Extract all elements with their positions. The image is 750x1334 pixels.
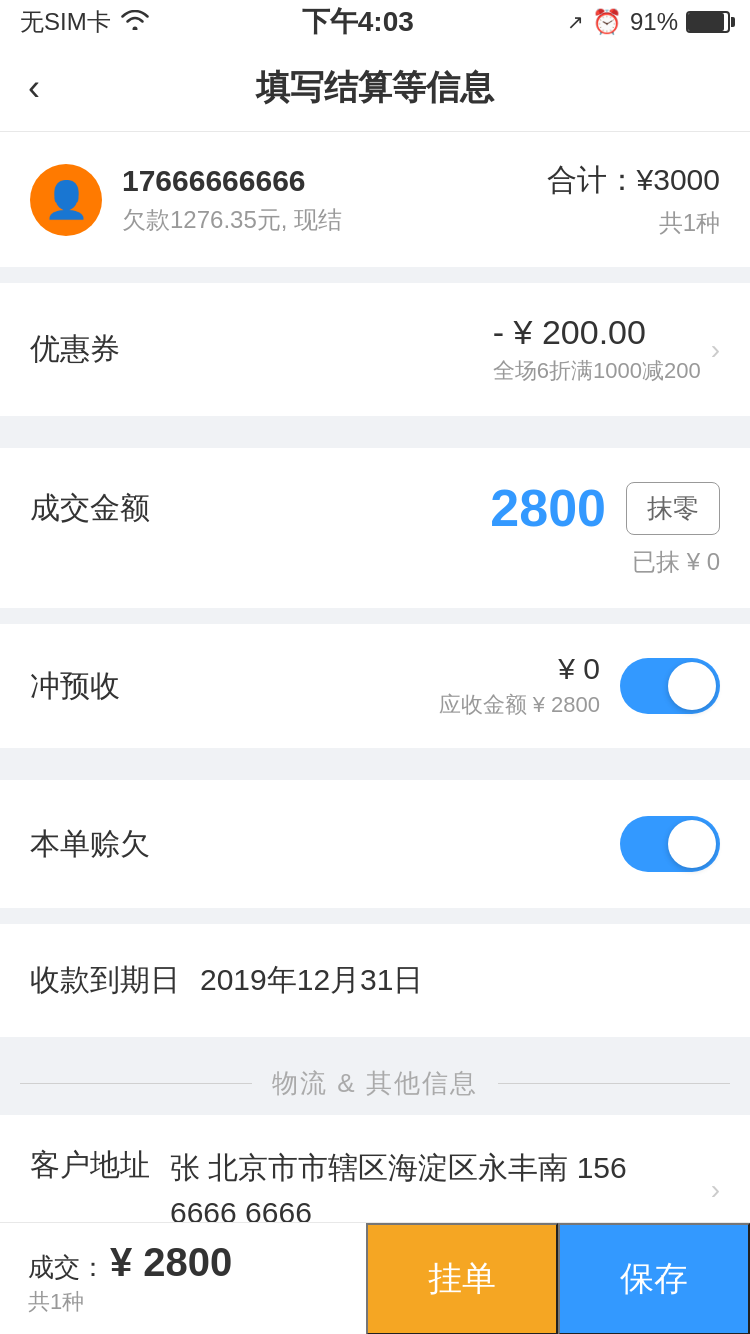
nav-bar: ‹ 填写结算等信息	[0, 44, 750, 132]
bottom-count: 共1种	[28, 1287, 338, 1317]
due-date-value: 2019年12月31日	[200, 960, 423, 1001]
credit-toggle-circle	[668, 820, 716, 868]
amount-sub: 已抹 ¥ 0	[30, 546, 720, 578]
logistics-title: 物流 & 其他信息	[272, 1066, 478, 1101]
coupon-description: 全场6折满1000减200	[493, 356, 701, 386]
logistics-divider: 物流 & 其他信息	[0, 1053, 750, 1113]
bottom-bar: 成交： ¥ 2800 共1种 挂单 保存	[0, 1222, 750, 1334]
amount-label: 成交金额	[30, 488, 150, 529]
credit-label: 本单赊欠	[30, 824, 150, 865]
location-icon: ↗	[567, 10, 584, 34]
coupon-label: 优惠券	[30, 329, 120, 370]
coupon-row[interactable]: 优惠券 - ¥ 200.00 全场6折满1000减200 ›	[0, 283, 750, 416]
amount-section: 成交金额 2800 抹零 已抹 ¥ 0	[0, 448, 750, 608]
alarm-icon: ⏰	[592, 8, 622, 36]
address-label: 客户地址	[30, 1145, 150, 1186]
customer-debt: 欠款1276.35元, 现结	[122, 204, 342, 236]
prepay-row: 冲预收 ¥ 0 应收金额 ¥ 2800	[0, 624, 750, 748]
customer-info: 17666666666 欠款1276.35元, 现结	[122, 164, 342, 236]
due-label: 收款到期日	[30, 960, 180, 1001]
address-chevron-icon: ›	[711, 1174, 720, 1206]
save-button[interactable]: 保存	[558, 1223, 750, 1335]
bottom-summary: 成交： ¥ 2800 共1种	[0, 1240, 366, 1317]
back-button[interactable]: ‹	[28, 67, 40, 109]
content: 👤 17666666666 欠款1276.35元, 现结 合计：¥3000 共1…	[0, 132, 750, 1334]
status-right: ↗ ⏰ 91%	[567, 8, 730, 36]
prepay-toggle[interactable]	[620, 658, 720, 714]
bottom-price: ¥ 2800	[110, 1240, 232, 1285]
bottom-deal-label: 成交：	[28, 1250, 106, 1285]
status-time: 下午4:03	[302, 3, 414, 41]
customer-phone: 17666666666	[122, 164, 342, 198]
wifi-icon	[121, 8, 149, 36]
coupon-chevron-icon: ›	[711, 334, 720, 366]
prepay-description: 应收金额 ¥ 2800	[439, 690, 600, 720]
prepay-value: ¥ 0	[439, 652, 600, 686]
gray-divider-2	[0, 764, 750, 780]
pending-button[interactable]: 挂单	[366, 1223, 558, 1335]
gray-divider	[0, 432, 750, 448]
status-left: 无SIM卡	[20, 6, 149, 38]
customer-right: 合计：¥3000 共1种	[547, 160, 720, 239]
carrier-text: 无SIM卡	[20, 6, 111, 38]
avatar-icon: 👤	[44, 179, 89, 221]
battery-percent: 91%	[630, 8, 678, 36]
toggle-circle	[668, 662, 716, 710]
prepay-label: 冲预收	[30, 666, 120, 707]
customer-card: 👤 17666666666 欠款1276.35元, 现结 合计：¥3000 共1…	[0, 132, 750, 267]
amount-value: 2800	[490, 478, 606, 538]
total-count: 共1种	[547, 207, 720, 239]
avatar: 👤	[30, 164, 102, 236]
battery-icon	[686, 11, 730, 33]
page-title: 填写结算等信息	[256, 65, 494, 111]
status-bar: 无SIM卡 下午4:03 ↗ ⏰ 91%	[0, 0, 750, 44]
credit-toggle[interactable]	[620, 816, 720, 872]
coupon-discount: - ¥ 200.00	[493, 313, 701, 352]
round-button[interactable]: 抹零	[626, 482, 720, 535]
total-price: 合计：¥3000	[547, 160, 720, 201]
credit-section: 本单赊欠	[0, 780, 750, 908]
due-date-section: 收款到期日 2019年12月31日	[0, 924, 750, 1037]
